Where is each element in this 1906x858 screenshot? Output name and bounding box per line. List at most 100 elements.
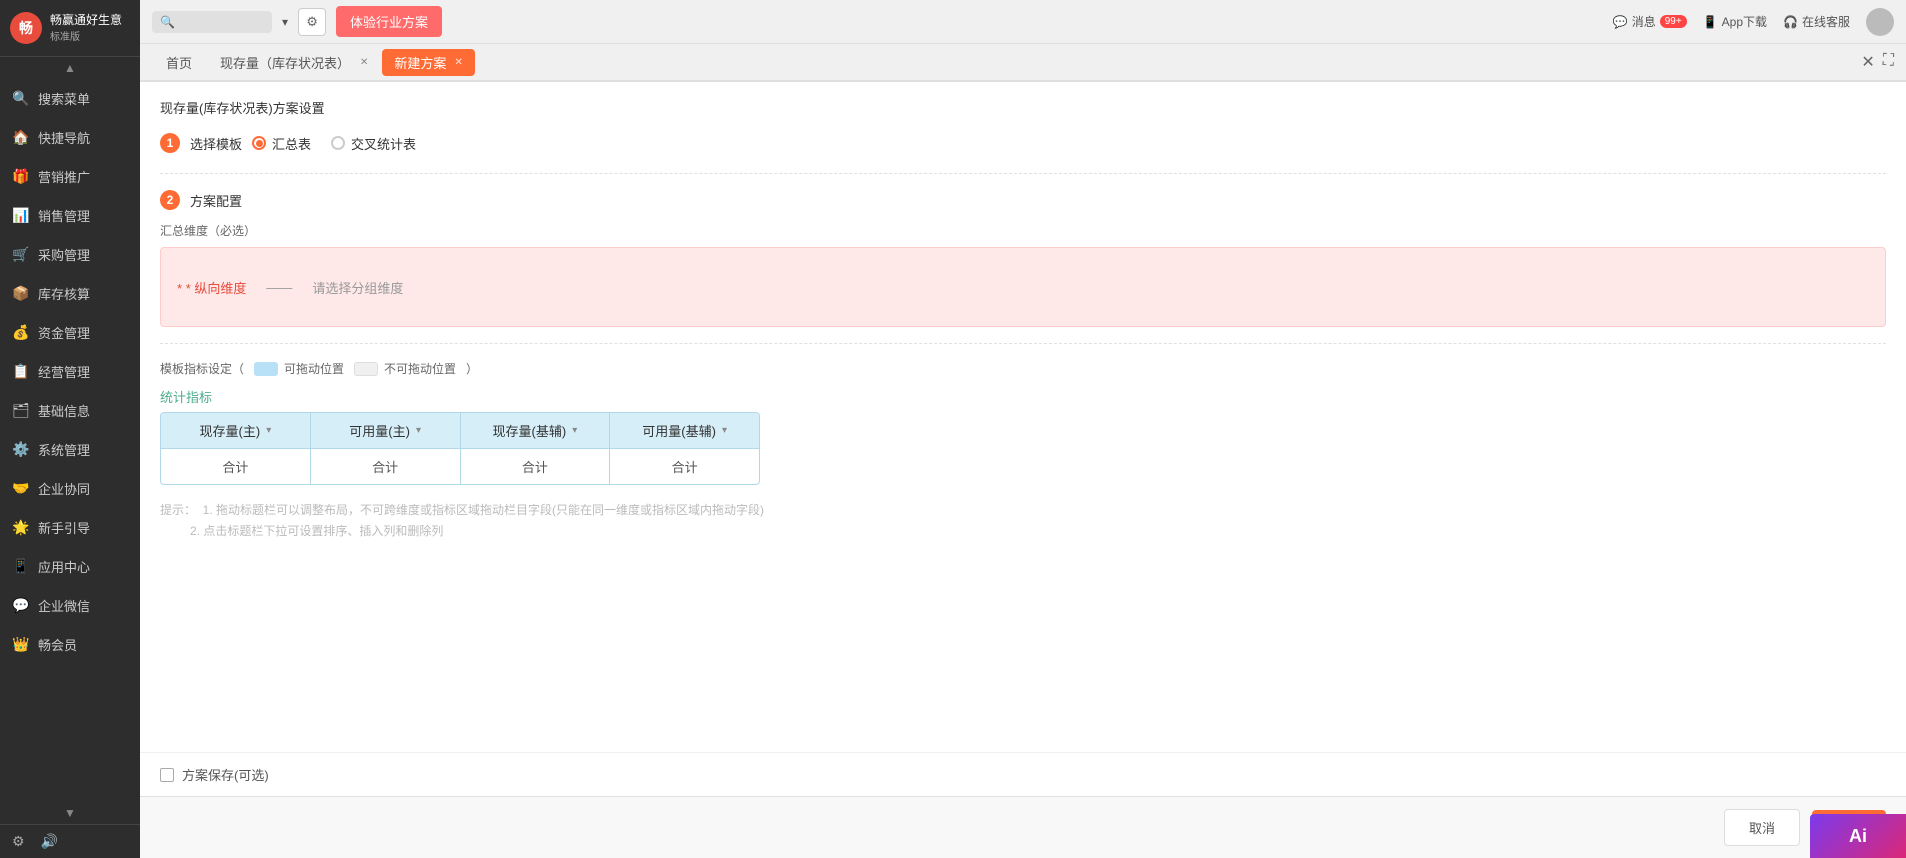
audio-footer-icon[interactable]: 🔊 (41, 833, 58, 850)
panel-expand-btn[interactable]: ⛶ (1883, 52, 1894, 72)
indicator-label-text: 模板指标设定（ (160, 360, 244, 377)
tab-inventory[interactable]: 现存量（库存状况表） ✕ (206, 45, 382, 82)
corp-wechat-icon: 💬 (12, 597, 30, 615)
tab-home-label: 首页 (166, 53, 192, 72)
main-panel: 现存量(库存状况表)方案设置 1 选择模板 汇总表 交叉统计表 (140, 82, 1906, 752)
app-name: 畅赢通好生意 (50, 13, 122, 29)
sidebar-item-label: 经营管理 (38, 362, 90, 381)
operations-icon: 📋 (12, 363, 30, 381)
sidebar-item-sys-mgmt[interactable]: ⚙️ 系统管理 (0, 430, 140, 469)
ai-float-btn[interactable]: Ai (1810, 814, 1906, 858)
radio-cross[interactable]: 交叉统计表 (331, 134, 416, 153)
main-area: 🔍 ▾ ⚙ 体验行业方案 💬 消息 99+ 📱 App下载 🎧 在线客服 (140, 0, 1906, 858)
topbar-settings-btn[interactable]: ⚙ (298, 8, 326, 36)
sidebar-item-label: 畅会员 (38, 635, 77, 654)
dimension-field-text: * 纵向维度 (186, 281, 247, 296)
dimension-placeholder: 请选择分组维度 (312, 278, 403, 297)
radio-summary-label: 汇总表 (272, 134, 311, 153)
sidebar-item-label: 营销推广 (38, 167, 90, 186)
sidebar: 畅 畅赢通好生意 标准版 ▲ 🔍 搜索菜单 🏠 快捷导航 🎁 营销推广 📊 销售… (0, 0, 140, 858)
dimension-field-label: * * 纵向维度 (177, 278, 246, 297)
dimension-pink-box[interactable]: * * 纵向维度 —— 请选择分组维度 (160, 247, 1886, 327)
tab-inventory-label: 现存量（库存状况表） (220, 53, 350, 72)
col2-dropdown-icon: ▾ (416, 425, 421, 436)
stats-col-2-body: 合计 (311, 448, 461, 484)
finance-icon: 💰 (12, 324, 30, 342)
sidebar-item-marketing[interactable]: 🎁 营销推广 (0, 157, 140, 196)
sidebar-item-quick-nav[interactable]: 🏠 快捷导航 (0, 118, 140, 157)
stats-col-3-header[interactable]: 现存量(基辅) ▾ (461, 413, 611, 448)
tips-section: 提示： 1. 拖动标题栏可以调整布局，不可跨维度或指标区域拖动栏目字段(只能在同… (160, 501, 1886, 539)
sidebar-item-new-guide[interactable]: 🌟 新手引导 (0, 508, 140, 547)
legend-non-draggable-label: 不可拖动位置 (384, 360, 456, 377)
stats-col-2-header[interactable]: 可用量(主) ▾ (311, 413, 461, 448)
indicator-label: 模板指标设定（ 可拖动位置 不可拖动位置 ） (160, 360, 1886, 377)
section1-num: 1 (160, 133, 180, 153)
app-download-btn[interactable]: 📱 App下载 (1703, 13, 1767, 30)
sidebar-item-vip[interactable]: 👑 畅会员 (0, 625, 140, 664)
stats-col-4-header[interactable]: 可用量(基辅) ▾ (610, 413, 759, 448)
sidebar-item-inventory-check[interactable]: 📦 库存核算 (0, 274, 140, 313)
tab-inventory-close[interactable]: ✕ (360, 57, 368, 68)
section-divider-1 (160, 173, 1886, 174)
messages-btn[interactable]: 💬 消息 99+ (1613, 13, 1687, 30)
topbar: 🔍 ▾ ⚙ 体验行业方案 💬 消息 99+ 📱 App下载 🎧 在线客服 (140, 0, 1906, 44)
user-avatar[interactable] (1866, 8, 1894, 36)
sidebar-item-label: 基础信息 (38, 401, 90, 420)
sys-mgmt-icon: ⚙️ (12, 441, 30, 459)
app-download-label: App下载 (1722, 13, 1767, 30)
tab-home[interactable]: 首页 (152, 45, 206, 82)
dimension-label: 汇总维度（必选） (160, 222, 1886, 239)
search-icon: 🔍 (160, 15, 175, 29)
sidebar-item-label: 资金管理 (38, 323, 90, 342)
app-logo: 畅 畅赢通好生意 标准版 (0, 0, 140, 57)
save-checkbox[interactable] (160, 768, 174, 782)
panel-close-btn[interactable]: ✕ (1861, 52, 1874, 72)
tab-new-plan-label: 新建方案 (394, 53, 446, 72)
cancel-button[interactable]: 取消 (1724, 809, 1800, 846)
sidebar-scroll-down[interactable]: ▼ (0, 802, 140, 824)
messages-badge: 99+ (1660, 15, 1687, 28)
radio-summary[interactable]: 汇总表 (252, 134, 311, 153)
sidebar-item-operations[interactable]: 📋 经营管理 (0, 352, 140, 391)
stats-col-1-label: 现存量(主) (200, 421, 261, 440)
search-menu-icon: 🔍 (12, 90, 30, 108)
stats-table-header: 统计指标 (160, 387, 1886, 406)
sidebar-item-basic-info[interactable]: 🗂 基础信息 (0, 391, 140, 430)
sidebar-item-label: 采购管理 (38, 245, 90, 264)
sidebar-item-purchase[interactable]: 🛒 采购管理 (0, 235, 140, 274)
topbar-dropdown[interactable]: ▾ (282, 15, 288, 29)
section-divider-2 (160, 343, 1886, 344)
sidebar-item-finance[interactable]: 💰 资金管理 (0, 313, 140, 352)
tip-1: 提示： 1. 拖动标题栏可以调整布局，不可跨维度或指标区域拖动栏目字段(只能在同… (160, 501, 1886, 518)
new-guide-icon: 🌟 (12, 519, 30, 537)
sidebar-item-enterprise[interactable]: 🤝 企业协同 (0, 469, 140, 508)
settings-footer-icon[interactable]: ⚙ (12, 833, 25, 850)
radio-summary-circle (252, 136, 266, 150)
app-center-icon: 📱 (12, 558, 30, 576)
sales-icon: 📊 (12, 207, 30, 225)
headset-icon: 🎧 (1783, 15, 1798, 29)
template-radio-group: 汇总表 交叉统计表 (252, 134, 416, 153)
trial-btn[interactable]: 体验行业方案 (336, 6, 442, 37)
save-option-label: 方案保存(可选) (182, 765, 269, 784)
sidebar-scroll-up[interactable]: ▲ (0, 57, 140, 79)
stats-col-1-header[interactable]: 现存量(主) ▾ (161, 413, 311, 448)
messages-label: 消息 (1632, 13, 1656, 30)
sidebar-item-corp-wechat[interactable]: 💬 企业微信 (0, 586, 140, 625)
logo-icon: 畅 (10, 12, 42, 44)
sidebar-item-label: 系统管理 (38, 440, 90, 459)
online-support-label: 在线客服 (1802, 13, 1850, 30)
sidebar-item-search-menu[interactable]: 🔍 搜索菜单 (0, 79, 140, 118)
search-box[interactable]: 🔍 (152, 11, 272, 33)
col1-dropdown-icon: ▾ (266, 425, 271, 436)
tab-new-plan-close[interactable]: ✕ (454, 57, 462, 68)
dimension-line: —— (266, 280, 292, 295)
stats-col-2-label: 可用量(主) (349, 421, 410, 440)
sidebar-item-sales[interactable]: 📊 销售管理 (0, 196, 140, 235)
stats-col-4-body: 合计 (610, 448, 759, 484)
stats-table-body-row: 合计 合计 合计 合计 (161, 448, 759, 484)
online-support-btn[interactable]: 🎧 在线客服 (1783, 13, 1850, 30)
tab-new-plan[interactable]: 新建方案 ✕ (382, 49, 474, 76)
sidebar-item-app-center[interactable]: 📱 应用中心 (0, 547, 140, 586)
